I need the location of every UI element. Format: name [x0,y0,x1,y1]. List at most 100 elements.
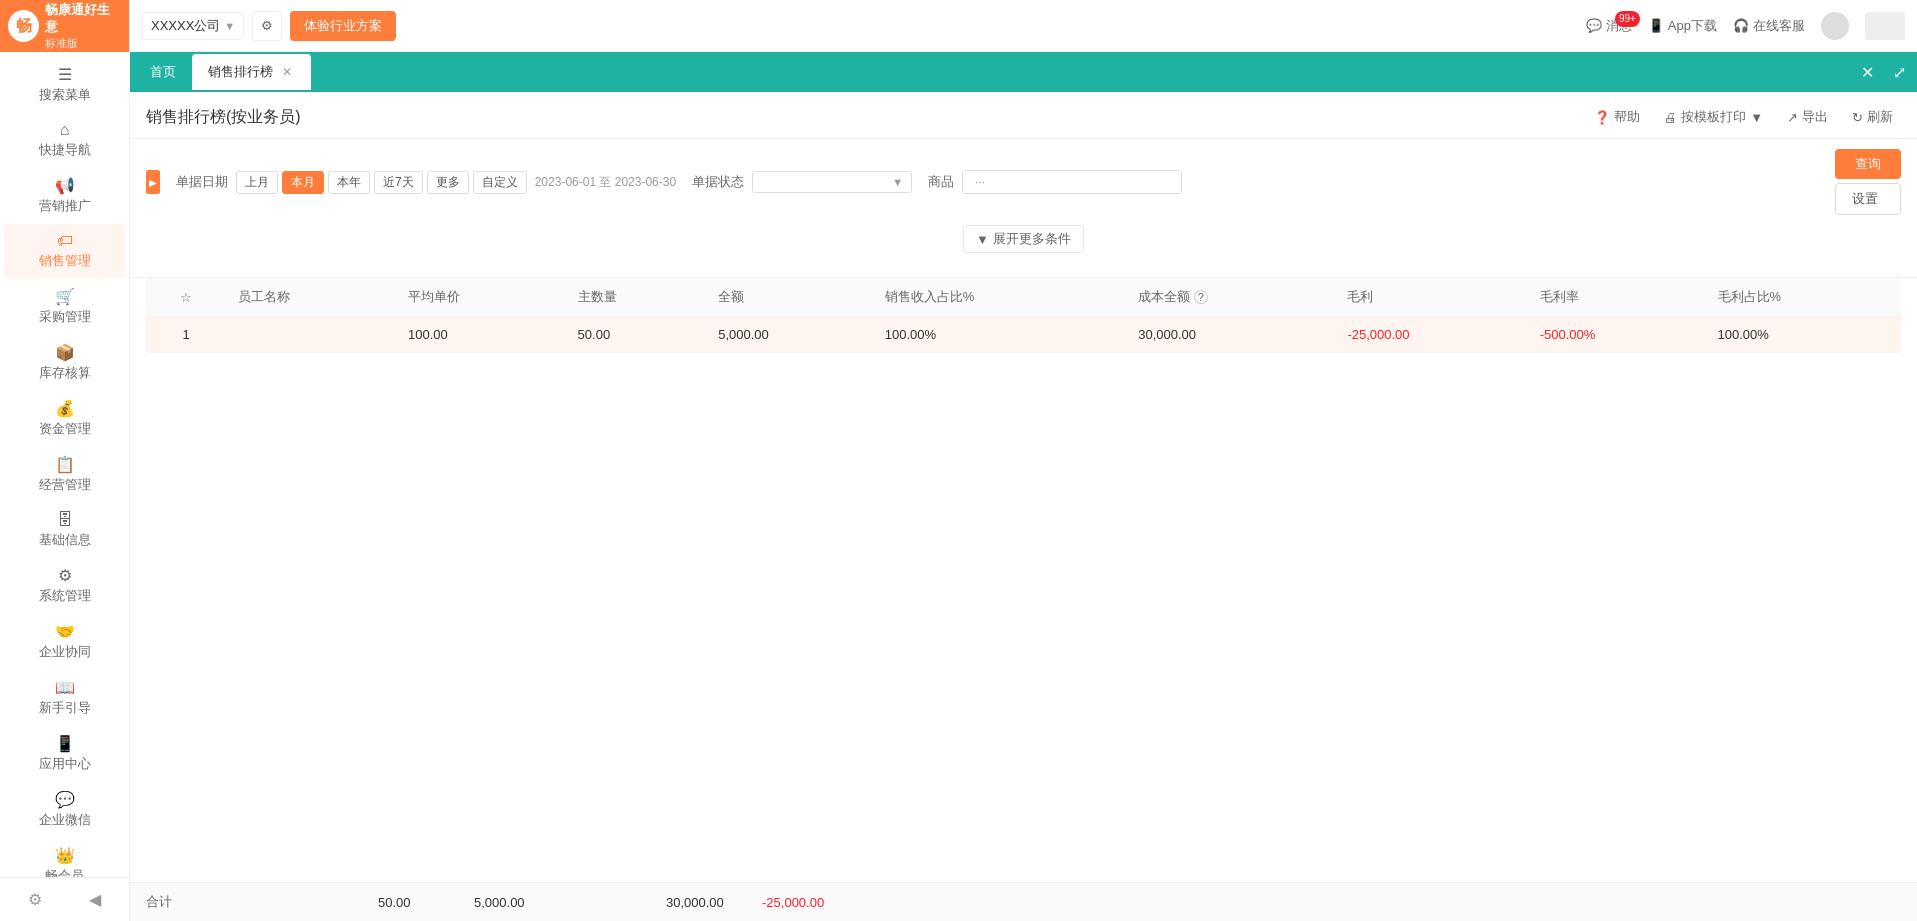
date-btn-7days[interactable]: 近7天 [374,171,423,194]
settings-side-btn[interactable]: 设置 [1835,183,1901,215]
sidebar-item-corp[interactable]: 🤝企业协同 [4,614,125,669]
date-btn-more[interactable]: 更多 [427,171,469,194]
sidebar-label-apps: 应用中心 [39,755,91,773]
tab-sales-ranking[interactable]: 销售排行榜 ✕ [192,54,311,90]
query-btn[interactable]: 查询 [1835,149,1901,179]
wechat-icon: 💬 [55,790,75,809]
sidebar-label-corp: 企业协同 [39,643,91,661]
expand-toggle-row: ▼ 展开更多条件 [146,215,1901,267]
apps-icon: 📱 [55,734,75,753]
sidebar-item-system[interactable]: ⚙系统管理 [4,558,125,613]
date-btn-this-month[interactable]: 本月 [282,171,324,194]
th-avg-price: 平均单价 [396,278,566,317]
cell-main-qty: 50.00 [566,317,707,353]
sidebar-item-inventory[interactable]: 📦库存核算 [4,335,125,390]
th-cost: 成本全额 ? [1126,278,1335,317]
total-label: 合计 [146,893,266,911]
print-btn[interactable]: 🖨 按模板打印 ▼ [1656,104,1771,130]
topbar-settings-btn[interactable]: ⚙ [252,11,282,41]
sidebar-item-operation[interactable]: 📋经营管理 [4,447,125,502]
sidebar-logo: 畅 畅康通好生意 标准版 [0,0,129,52]
goods-input[interactable]: ··· [962,170,1182,194]
sidebar-item-search[interactable]: ☰搜索菜单 [4,57,125,112]
app-download-icon: 📱 [1648,18,1664,33]
export-btn[interactable]: ↗ 导出 [1779,104,1836,130]
sidebar-item-purchase[interactable]: 🛒采购管理 [4,279,125,334]
expand-conditions-btn[interactable]: ▼ 展开更多条件 [963,225,1084,253]
table-container: ☆ 员工名称 平均单价 主数量 全额 销售收入占比% 成本全额 ? 毛利 毛利率… [130,278,1917,882]
cell-name [226,317,396,353]
th-sales-ratio: 销售收入占比% [873,278,1126,317]
app-download-btn[interactable]: 📱 App下载 [1648,17,1717,35]
sales-ranking-tab-label: 销售排行榜 [208,63,273,81]
sidebar-label-member: 畅会员 [45,867,84,877]
right-filter-area: 查询 设置 [1835,149,1901,215]
sidebar-label-wechat: 企业微信 [39,811,91,829]
status-filter-label: 单据状态 [692,173,744,191]
sidebar-label-guide: 新手引导 [39,699,91,717]
goods-more-icon[interactable]: ··· [975,175,985,189]
help-btn[interactable]: ❓ 帮助 [1586,104,1648,130]
page-title: 销售排行榜(按业务员) [146,107,301,128]
page-header: 销售排行榜(按业务员) ❓ 帮助 🖨 按模板打印 ▼ ↗ 导出 [130,92,1917,139]
main-wrapper: XXXXX公司 ▼ ⚙ 体验行业方案 💬 消息 99+ 📱 App下载 🎧 在线… [130,0,1917,921]
help-icon: ❓ [1594,110,1610,125]
finance-icon: 💰 [55,399,75,418]
headset-icon: 🎧 [1733,18,1749,33]
operation-icon: 📋 [55,455,75,474]
cell-sales-ratio: 100.00% [873,317,1126,353]
message-btn[interactable]: 💬 消息 99+ [1586,17,1632,35]
cell-profit-ratio: 100.00% [1706,317,1901,353]
collapse-btn[interactable]: ◀ [85,886,105,913]
sidebar-item-marketing[interactable]: 📢营销推广 [4,168,125,223]
status-filter-item: 单据状态 ▼ [692,171,912,193]
goods-filter-label: 商品 [928,173,954,191]
avatar[interactable] [1821,12,1849,40]
topbar: XXXXX公司 ▼ ⚙ 体验行业方案 💬 消息 99+ 📱 App下载 🎧 在线… [130,0,1917,52]
th-name: 员工名称 [226,278,396,317]
date-range-display: 2023-06-01 至 2023-06-30 [535,174,676,191]
status-select[interactable]: ▼ [752,171,912,193]
page-container: 销售排行榜(按业务员) ❓ 帮助 🖨 按模板打印 ▼ ↗ 导出 [130,92,1917,921]
company-chevron-icon: ▼ [224,20,235,32]
company-name: XXXXX公司 [151,17,220,35]
sidebar-item-wechat[interactable]: 💬 企业微信 [4,782,125,837]
date-btn-custom[interactable]: 自定义 [473,171,527,194]
tab-home[interactable]: 首页 [134,54,192,90]
sidebar-item-sales[interactable]: 🏷销售管理 [4,224,125,278]
sidebar-item-member[interactable]: 👑畅会员 [4,838,125,877]
topbar-right: 💬 消息 99+ 📱 App下载 🎧 在线客服 [1586,12,1905,40]
page-actions: ❓ 帮助 🖨 按模板打印 ▼ ↗ 导出 ↻ 刷新 [1586,104,1901,130]
user-name-display[interactable] [1865,12,1905,40]
settings-footer-btn[interactable]: ⚙ [24,886,46,913]
company-selector[interactable]: XXXXX公司 ▼ [142,12,244,40]
tab-close-window-btn[interactable]: ✕ [1853,58,1881,86]
guide-icon: 📖 [55,678,75,697]
footer-main-qty: 50.00 [378,895,458,910]
tab-close-icon[interactable]: ✕ [279,64,295,80]
tab-maximize-btn[interactable]: ⤢ [1885,58,1913,86]
th-profit: 毛利 [1335,278,1527,317]
inventory-icon: 📦 [55,343,75,362]
content-area: 销售排行榜(按业务员) ❓ 帮助 🖨 按模板打印 ▼ ↗ 导出 [130,92,1917,921]
filter-expand-icon[interactable]: ▶ [146,170,160,194]
trial-btn[interactable]: 体验行业方案 [290,11,396,41]
sidebar: 畅 畅康通好生意 标准版 ☰搜索菜单⌂快捷导航📢营销推广🏷销售管理🛒采购管理📦库… [0,0,130,921]
status-chevron-icon: ▼ [892,176,903,188]
goods-filter-item: 商品 ··· [928,170,1182,194]
footer-amount: 5,000.00 [474,895,554,910]
online-service-btn[interactable]: 🎧 在线客服 [1733,17,1805,35]
refresh-btn[interactable]: ↻ 刷新 [1844,104,1901,130]
sidebar-label-marketing: 营销推广 [39,197,91,215]
sidebar-footer: ⚙ ◀ [0,877,129,921]
message-badge: 99+ [1615,11,1640,27]
sidebar-item-apps[interactable]: 📱 应用中心 [4,726,125,781]
table-header-row: ☆ 员工名称 平均单价 主数量 全额 销售收入占比% 成本全额 ? 毛利 毛利率… [146,278,1901,317]
sidebar-item-finance[interactable]: 💰资金管理 [4,391,125,446]
date-btn-last-month[interactable]: 上月 [236,171,278,194]
date-btn-this-year[interactable]: 本年 [328,171,370,194]
sidebar-item-shortcut[interactable]: ⌂快捷导航 [4,113,125,167]
sidebar-label-purchase: 采购管理 [39,308,91,326]
sidebar-item-guide[interactable]: 📖 新手引导 [4,670,125,725]
sidebar-item-base[interactable]: 🗄基础信息 [4,503,125,557]
